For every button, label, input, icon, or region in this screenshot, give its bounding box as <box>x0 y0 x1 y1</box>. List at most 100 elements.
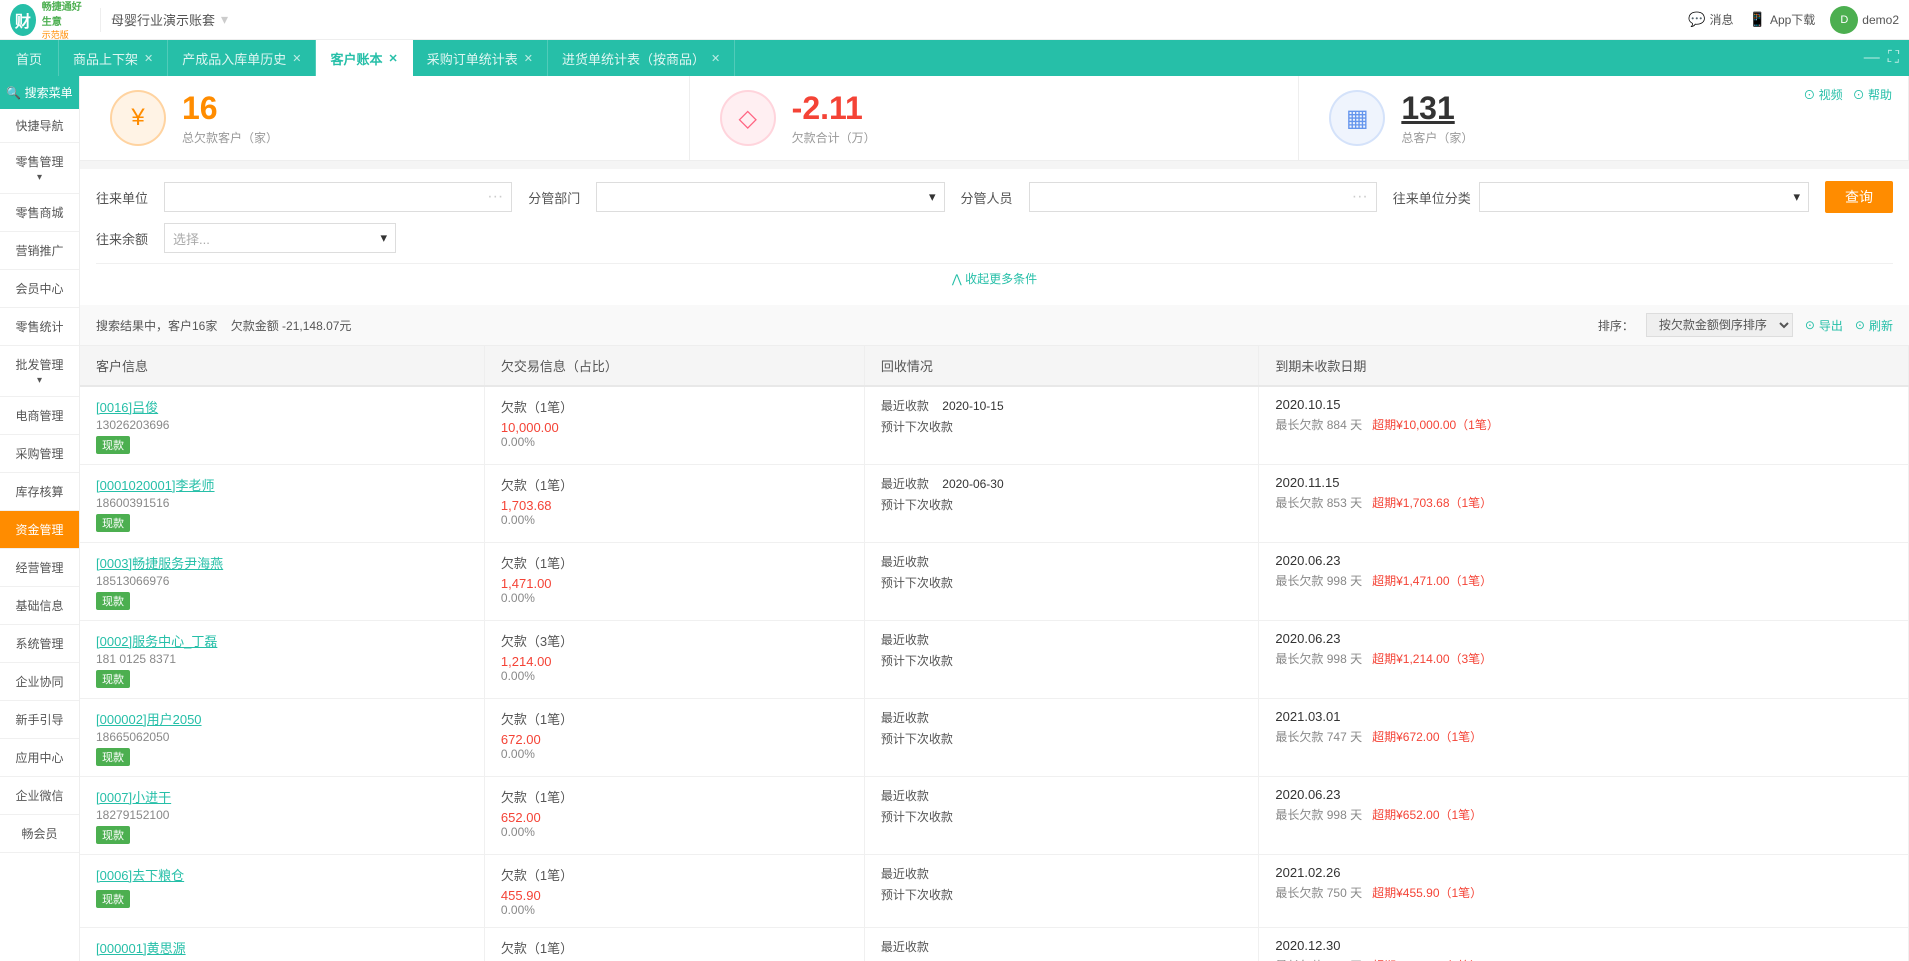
debt-pct-5: 0.00% <box>501 825 848 839</box>
last-collection-3: 最近收款 <box>881 631 1242 648</box>
cell-due-date-3: 2020.06.23 最长欠款 998 天 超期¥1,214.00（3笔） <box>1259 621 1909 699</box>
customer-link-2[interactable]: [0003]畅捷服务尹海燕 <box>96 553 468 572</box>
overdue-link-2[interactable]: 超期¥1,471.00（1笔） <box>1372 574 1492 588</box>
sidebar-search[interactable]: 🔍 搜索菜单 <box>0 76 79 109</box>
sidebar-item-retail-mall[interactable]: 零售商城 <box>0 194 79 232</box>
sidebar-quick-nav[interactable]: 快捷导航 <box>0 109 79 143</box>
debt-customers-icon: ¥ <box>110 90 166 146</box>
sidebar-item-retail-stats[interactable]: 零售统计 <box>0 308 79 346</box>
top-bar: 财 畅捷通好生意 示范版 母婴行业演示账套 ▾ 💬 消息 📱 App下载 D d… <box>0 0 1909 40</box>
customer-phone-0: 13026203696 <box>96 418 468 432</box>
refresh-btn[interactable]: ⊙ 刷新 <box>1855 317 1893 334</box>
customer-link-6[interactable]: [0006]去下粮仓 <box>96 865 468 884</box>
sidebar-item-member[interactable]: 会员中心 <box>0 270 79 308</box>
source-unit-input[interactable]: ··· <box>164 182 512 212</box>
chevron-down-icon-2: ▾ <box>37 375 42 386</box>
overdue-link-5[interactable]: 超期¥652.00（1笔） <box>1372 808 1482 822</box>
sidebar-item-operations[interactable]: 经营管理 <box>0 549 79 587</box>
sidebar-item-enterprise-wechat[interactable]: 企业微信 <box>0 777 79 815</box>
sidebar-item-inventory[interactable]: 库存核算 <box>0 473 79 511</box>
sidebar-item-batch-mgmt[interactable]: 批发管理 ▾ <box>0 346 79 397</box>
tab-close-product-history[interactable]: ✕ <box>292 52 301 65</box>
help-btn[interactable]: ⊙ 帮助 <box>1853 86 1892 103</box>
customer-phone-2: 18513066976 <box>96 574 468 588</box>
tab-close-goods-shelf[interactable]: ✕ <box>144 52 153 65</box>
tab-purchase-order[interactable]: 采购订单统计表 ✕ <box>413 40 548 76</box>
overdue-link-0[interactable]: 超期¥10,000.00（1笔） <box>1372 418 1499 432</box>
tab-bar-actions: — ⛶ <box>1854 40 1909 76</box>
tab-close-stock-statistics[interactable]: ✕ <box>711 52 720 65</box>
sort-label: 排序： <box>1598 317 1634 334</box>
manager-input[interactable]: ··· <box>1029 182 1377 212</box>
debt-amount-5[interactable]: 652.00 <box>501 810 848 825</box>
tab-goods-shelf[interactable]: 商品上下架 ✕ <box>59 40 168 76</box>
search-button[interactable]: 查询 <box>1825 181 1893 213</box>
sidebar-item-new-guide[interactable]: 新手引导 <box>0 701 79 739</box>
last-collection-5: 最近收款 <box>881 787 1242 804</box>
due-date-value-3: 2020.06.23 <box>1275 631 1892 646</box>
sidebar-item-basic-info[interactable]: 基础信息 <box>0 587 79 625</box>
customer-link-5[interactable]: [0007]小进干 <box>96 787 468 806</box>
debt-amount-1[interactable]: 1,703.68 <box>501 498 848 513</box>
app-download-btn[interactable]: 📱 App下载 <box>1749 11 1816 28</box>
unit-category-input[interactable]: ▾ <box>1479 182 1809 212</box>
overdue-link-3[interactable]: 超期¥1,214.00（3笔） <box>1372 652 1492 666</box>
debt-amount-2[interactable]: 1,471.00 <box>501 576 848 591</box>
tab-customer-account[interactable]: 客户账本 ✕ <box>316 40 412 76</box>
customer-table: 客户信息 欠交易信息（占比） 回收情况 到期未收款日期 [0016]吕俊 130… <box>80 346 1909 961</box>
customer-link-1[interactable]: [0001020001]李老师 <box>96 475 468 494</box>
next-collection-1: 预计下次收款 <box>881 496 1242 513</box>
dept-input[interactable]: ▾ <box>596 182 944 212</box>
overdue-link-6[interactable]: 超期¥455.90（1笔） <box>1372 886 1482 900</box>
message-btn[interactable]: 💬 消息 <box>1688 11 1733 28</box>
next-collection-2: 预计下次收款 <box>881 574 1242 591</box>
debt-amount-0[interactable]: 10,000.00 <box>501 420 848 435</box>
customer-link-0[interactable]: [0016]吕俊 <box>96 397 468 416</box>
debt-amount-6[interactable]: 455.90 <box>501 888 848 903</box>
table-row: [0002]服务中心_丁磊 181 0125 8371 现款 欠款（3笔） 1,… <box>80 621 1909 699</box>
tab-home[interactable]: 首页 <box>0 40 59 76</box>
sidebar-item-marketing[interactable]: 营销推广 <box>0 232 79 270</box>
video-btn[interactable]: ⊙ 视频 <box>1803 86 1842 103</box>
debt-pct-6: 0.00% <box>501 903 848 917</box>
debt-amount-4[interactable]: 672.00 <box>501 732 848 747</box>
sidebar-item-system[interactable]: 系统管理 <box>0 625 79 663</box>
table-header: 客户信息 欠交易信息（占比） 回收情况 到期未收款日期 <box>80 346 1909 386</box>
customer-phone-1: 18600391516 <box>96 496 468 510</box>
filter-row-1: 往来单位 ··· 分管部门 ▾ 分管人员 <box>96 181 1893 213</box>
main-layout: 🔍 搜索菜单 快捷导航 零售管理 ▾ 零售商城 营销推广 会员中心 零售统计 批… <box>0 76 1909 961</box>
sidebar-item-enterprise-coop[interactable]: 企业协同 <box>0 663 79 701</box>
last-collection-0: 最近收款 2020-10-15 <box>881 397 1242 414</box>
balance-label: 往来余额 <box>96 229 156 248</box>
customer-link-4[interactable]: [000002]用户2050 <box>96 709 468 728</box>
sidebar-item-vip-member[interactable]: 畅会员 <box>0 815 79 853</box>
tab-close-purchase-order[interactable]: ✕ <box>524 52 533 65</box>
balance-input[interactable]: 选择... ▾ <box>164 223 396 253</box>
next-collection-4: 预计下次收款 <box>881 730 1242 747</box>
sidebar-item-app-center[interactable]: 应用中心 <box>0 739 79 777</box>
debt-count-7: 欠款（1笔） <box>501 938 848 957</box>
sidebar-item-ecommerce[interactable]: 电商管理 <box>0 397 79 435</box>
tab-stock-statistics[interactable]: 进货单统计表（按商品） ✕ <box>548 40 735 76</box>
user-menu[interactable]: D demo2 <box>1830 6 1899 34</box>
tab-close-customer-account[interactable]: ✕ <box>389 52 398 65</box>
company-dropdown-icon[interactable]: ▾ <box>221 11 228 28</box>
overdue-link-4[interactable]: 超期¥672.00（1笔） <box>1372 730 1482 744</box>
sidebar-item-capital[interactable]: 资金管理 <box>0 511 79 549</box>
debt-pct-0: 0.00% <box>501 435 848 449</box>
overdue-link-1[interactable]: 超期¥1,703.68（1笔） <box>1372 496 1492 510</box>
sidebar-item-retail-mgmt[interactable]: 零售管理 ▾ <box>0 143 79 194</box>
collapse-bar[interactable]: ⋀ 收起更多条件 <box>96 263 1893 293</box>
debt-amount-3[interactable]: 1,214.00 <box>501 654 848 669</box>
sort-select[interactable]: 按欠款金额倒序排序 按欠款金额正序排序 <box>1646 313 1793 337</box>
export-btn[interactable]: ⊙ 导出 <box>1805 317 1843 334</box>
sidebar-item-purchase[interactable]: 采购管理 <box>0 435 79 473</box>
tab-maximize-btn[interactable]: ⛶ <box>1888 49 1899 67</box>
cell-collection-1: 最近收款 2020-06-30 预计下次收款 <box>864 465 1258 543</box>
content-area: ¥ 16 总欠款客户（家） ◇ -2.11 欠款合计（万） ▦ 131 总客户（… <box>80 76 1909 961</box>
customer-link-7[interactable]: [000001]黄思源 <box>96 938 468 957</box>
tab-product-history[interactable]: 产成品入库单历史 ✕ <box>168 40 316 76</box>
customer-link-3[interactable]: [0002]服务中心_丁磊 <box>96 631 468 650</box>
cell-collection-2: 最近收款 预计下次收款 <box>864 543 1258 621</box>
tab-minimize-btn[interactable]: — <box>1864 49 1880 67</box>
